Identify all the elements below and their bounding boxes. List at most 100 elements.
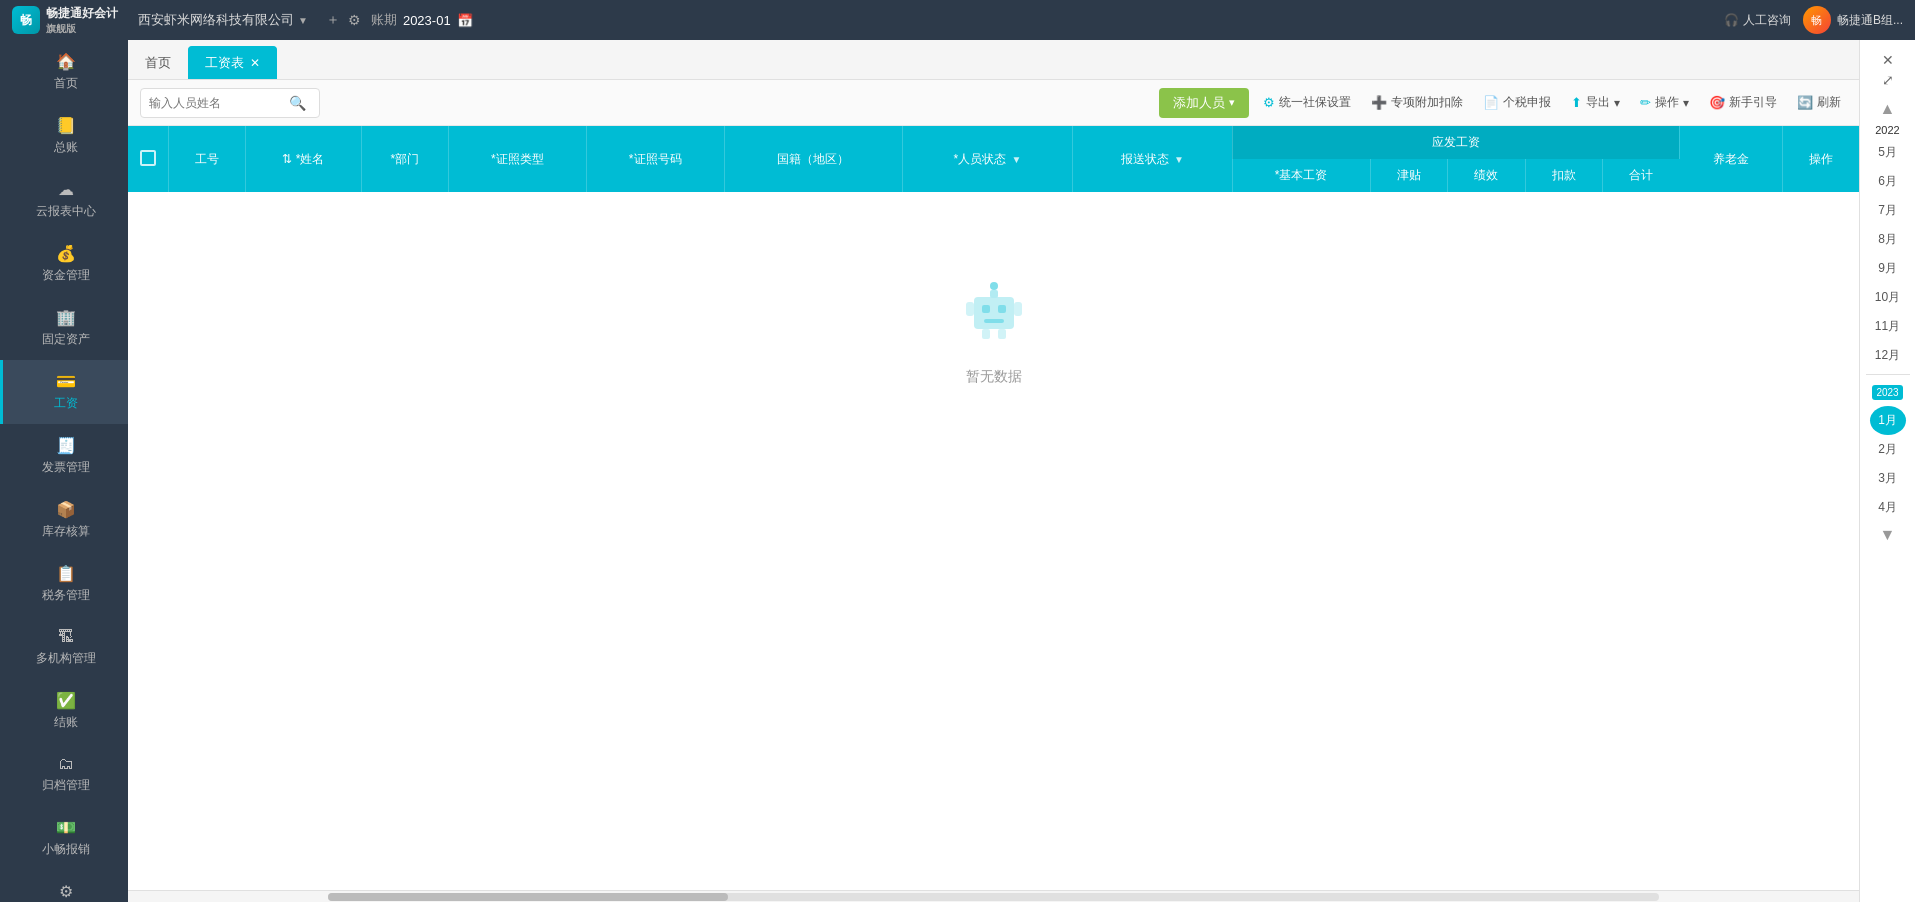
svg-rect-7 — [1014, 302, 1022, 316]
export-label: 导出 — [1586, 94, 1610, 111]
sidebar-item-home[interactable]: 🏠 首页 — [0, 40, 128, 104]
user-avatar: 畅 — [1803, 6, 1831, 34]
sidebar-item-stock[interactable]: 📦 库存核算 — [0, 488, 128, 552]
th-deduction: 扣款 — [1525, 159, 1603, 192]
refresh-icon: 🔄 — [1797, 95, 1813, 110]
month-2023-01[interactable]: 1月 — [1870, 406, 1906, 435]
stock-icon: 📦 — [56, 500, 76, 519]
sidebar-label-asset: 固定资产 — [42, 331, 90, 348]
search-wrap: 🔍 — [140, 88, 320, 118]
sidebar-label-payroll: 工资 — [54, 395, 78, 412]
app-name: 畅捷通好会计 — [46, 5, 118, 22]
th-basic-salary: *基本工资 — [1232, 159, 1370, 192]
sidebar-label-invoice: 发票管理 — [42, 459, 90, 476]
sidebar-item-payroll[interactable]: 💳 工资 — [0, 360, 128, 424]
support-button[interactable]: 🎧 人工咨询 — [1724, 12, 1791, 29]
salary-table: 工号 ⇅ *姓名 *部门 *证照类型 *证照号码 国籍（地区） *人员状态 ▼ … — [128, 126, 1859, 466]
svg-rect-1 — [982, 305, 990, 313]
calendar-icon[interactable]: 📅 — [457, 13, 473, 28]
horizontal-scrollbar-track[interactable] — [328, 893, 1659, 901]
month-2022-05[interactable]: 5月 — [1860, 138, 1915, 167]
close-panel-button[interactable]: ✕ — [1878, 50, 1898, 70]
select-all-checkbox[interactable] — [140, 150, 156, 166]
month-2023-03[interactable]: 3月 — [1860, 464, 1915, 493]
month-2022-10[interactable]: 10月 — [1860, 283, 1915, 312]
th-person-status[interactable]: *人员状态 ▼ — [902, 126, 1072, 192]
sidebar-item-multi[interactable]: 🏗 多机构管理 — [0, 616, 128, 679]
svg-point-5 — [990, 282, 998, 290]
sidebar-item-expense[interactable]: 💵 小畅报销 — [0, 806, 128, 870]
deduct-button[interactable]: ➕ 专项附加扣除 — [1365, 90, 1469, 115]
expand-panel-button[interactable]: ⤢ — [1878, 70, 1898, 90]
month-2023-02[interactable]: 2月 — [1860, 435, 1915, 464]
guide-toolbar-icon: 🎯 — [1709, 95, 1725, 110]
th-dept: *部门 — [361, 126, 448, 192]
th-report-status[interactable]: 报送状态 ▼ — [1072, 126, 1232, 192]
add-person-button[interactable]: 添加人员 ▾ — [1159, 88, 1249, 118]
tab-salary[interactable]: 工资表 ✕ — [188, 46, 277, 79]
th-action: 操作 — [1782, 126, 1859, 192]
export-button[interactable]: ⬆ 导出 ▾ — [1565, 90, 1626, 115]
person-status-filter-icon: ▼ — [1011, 154, 1021, 165]
operation-button[interactable]: ✏ 操作 ▾ — [1634, 90, 1695, 115]
company-selector[interactable]: 西安虾米网络科技有限公司 ▼ — [138, 11, 308, 29]
report-status-filter-icon: ▼ — [1174, 154, 1184, 165]
horizontal-scrollbar-thumb[interactable] — [328, 893, 728, 901]
user-info: 畅 畅捷通B组... — [1803, 6, 1903, 34]
month-2022-06[interactable]: 6月 — [1860, 167, 1915, 196]
sidebar-label-expense: 小畅报销 — [42, 841, 90, 858]
tab-home[interactable]: 首页 — [128, 46, 188, 79]
settings-icon-button[interactable]: ⚙ — [348, 12, 361, 28]
sidebar-item-settle[interactable]: ✅ 结账 — [0, 679, 128, 743]
month-2022-08[interactable]: 8月 — [1860, 225, 1915, 254]
tab-bar: 首页 工资表 ✕ — [128, 40, 1859, 80]
add-company-button[interactable]: ＋ — [326, 11, 340, 29]
social-icon: ⚙ — [1263, 95, 1275, 110]
operation-icon: ✏ — [1640, 95, 1651, 110]
th-sort[interactable]: ⇅ *姓名 — [246, 126, 361, 192]
expense-icon: 💵 — [56, 818, 76, 837]
settle-icon: ✅ — [56, 691, 76, 710]
tab-home-label: 首页 — [145, 54, 171, 72]
sidebar-item-asset[interactable]: 🏢 固定资产 — [0, 296, 128, 360]
sidebar-item-settings[interactable]: ⚙ 基础设置 — [0, 870, 128, 902]
main-layout: 🏠 首页 📒 总账 ☁ 云报表中心 💰 资金管理 🏢 固定资产 💳 工资 🧾 发… — [0, 40, 1915, 902]
th-pension: 养老金 — [1679, 126, 1782, 192]
deduct-icon: ➕ — [1371, 95, 1387, 110]
refresh-button[interactable]: 🔄 刷新 — [1791, 90, 1847, 115]
search-input[interactable] — [149, 96, 289, 110]
settings-icon: ⚙ — [59, 882, 73, 901]
ledger-icon: 📒 — [56, 116, 76, 135]
app-logo-icon: 畅 — [12, 6, 40, 34]
month-2023-04[interactable]: 4月 — [1860, 493, 1915, 522]
sidebar-item-invoice[interactable]: 🧾 发票管理 — [0, 424, 128, 488]
month-2022-11[interactable]: 11月 — [1860, 312, 1915, 341]
month-2022-09[interactable]: 9月 — [1860, 254, 1915, 283]
scroll-down-button[interactable]: ▼ — [1876, 522, 1900, 548]
svg-rect-6 — [966, 302, 974, 316]
sidebar-item-capital[interactable]: 💰 资金管理 — [0, 232, 128, 296]
year-2022-label: 2022 — [1875, 122, 1899, 138]
empty-state-icon — [954, 272, 1034, 352]
scroll-up-button[interactable]: ▲ — [1876, 96, 1900, 122]
right-month-panel: ✕ ⤢ ▲ 2022 5月 6月 7月 8月 9月 10月 11月 12月 20… — [1859, 40, 1915, 902]
sidebar-item-archive[interactable]: 🗂 归档管理 — [0, 743, 128, 806]
sidebar-item-report[interactable]: ☁ 云报表中心 — [0, 168, 128, 232]
tab-close-button[interactable]: ✕ — [250, 56, 260, 70]
sidebar-label-ledger: 总账 — [54, 139, 78, 156]
th-cert-no: *证照号码 — [586, 126, 724, 192]
operation-arrow: ▾ — [1683, 96, 1689, 110]
empty-text: 暂无数据 — [966, 368, 1022, 386]
svg-rect-8 — [982, 329, 990, 339]
support-icon: 🎧 — [1724, 13, 1739, 27]
social-setting-button[interactable]: ⚙ 统一社保设置 — [1257, 90, 1357, 115]
sidebar: 🏠 首页 📒 总账 ☁ 云报表中心 💰 资金管理 🏢 固定资产 💳 工资 🧾 发… — [0, 40, 128, 902]
month-2022-12[interactable]: 12月 — [1860, 341, 1915, 370]
sidebar-item-ledger[interactable]: 📒 总账 — [0, 104, 128, 168]
tax-icon: 📋 — [56, 564, 76, 583]
company-name: 西安虾米网络科技有限公司 — [138, 11, 294, 29]
guide-button[interactable]: 🎯 新手引导 — [1703, 90, 1783, 115]
month-2022-07[interactable]: 7月 — [1860, 196, 1915, 225]
tax-report-button[interactable]: 📄 个税申报 — [1477, 90, 1557, 115]
sidebar-item-tax[interactable]: 📋 税务管理 — [0, 552, 128, 616]
